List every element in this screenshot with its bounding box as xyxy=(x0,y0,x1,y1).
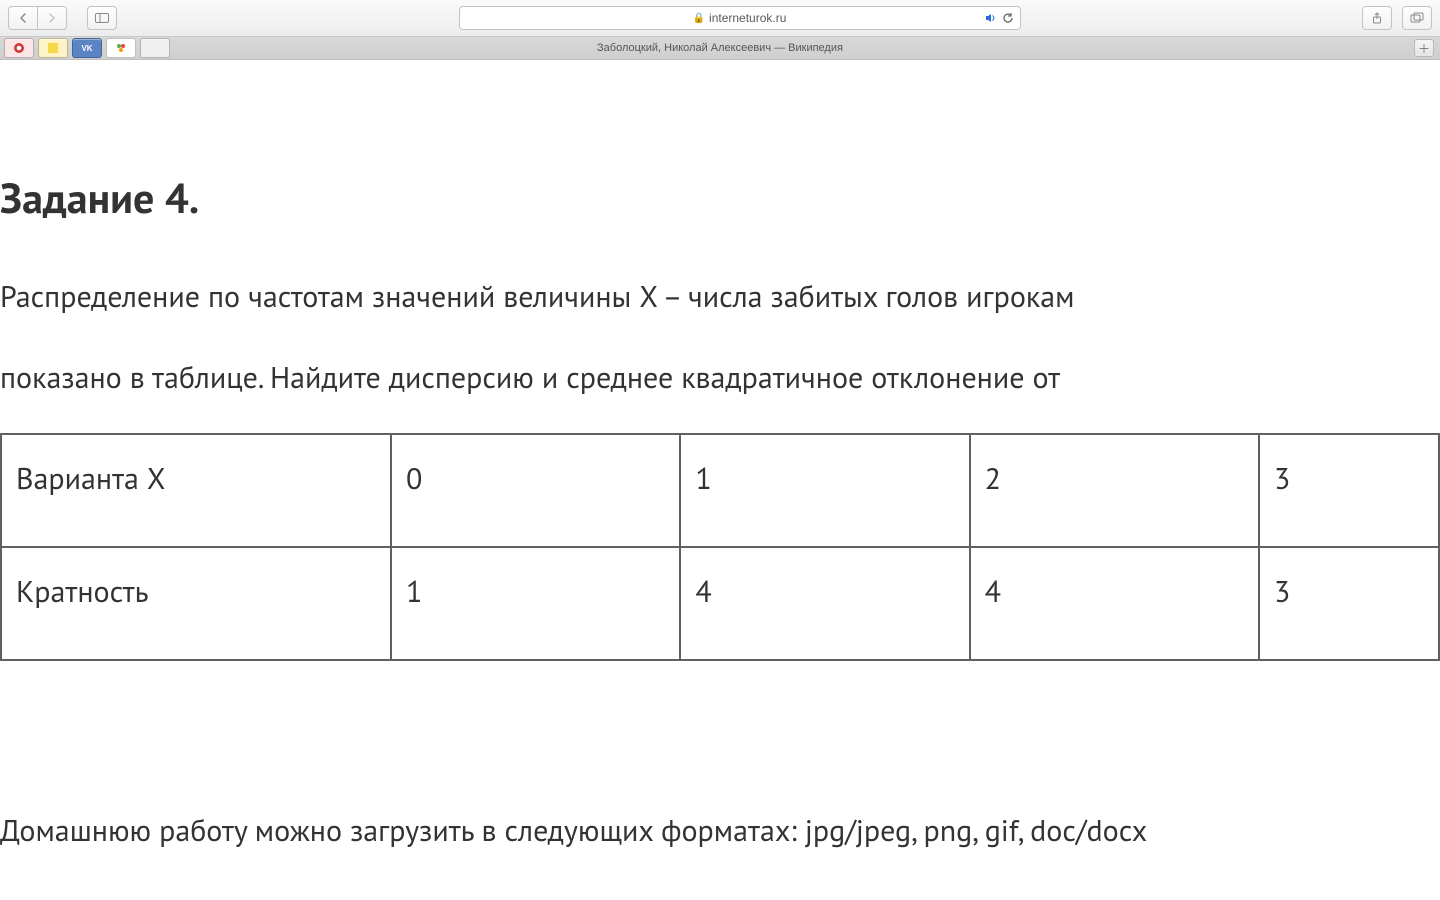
row1-cell-2: 2 xyxy=(970,434,1259,547)
row2-cell-3: 3 xyxy=(1259,547,1439,660)
page-content: Задание 4. Распределение по частотам зна… xyxy=(0,60,1440,850)
address-domain: interneturok.ru xyxy=(709,11,786,25)
lock-icon: 🔒 xyxy=(693,13,705,24)
row1-label: Варианта X xyxy=(1,434,391,547)
row1-cell-1: 1 xyxy=(680,434,969,547)
active-tab-title: Заболоцкий, Николай Алексеевич — Википед… xyxy=(0,37,1440,59)
forward-button[interactable] xyxy=(37,6,67,30)
favorite-item-2[interactable] xyxy=(38,38,68,58)
address-bar[interactable]: 🔒 interneturok.ru xyxy=(459,6,1021,30)
frequency-table: Варианта X 0 1 2 3 Кратность 1 4 4 3 xyxy=(0,433,1440,661)
new-tab-button[interactable]: ＋ xyxy=(1414,39,1434,57)
row2-label: Кратность xyxy=(1,547,391,660)
task-paragraph-line1: Распределение по частотам значений велич… xyxy=(0,271,1440,322)
tab-bar: VK Заболоцкий, Николай Алексеевич — Вики… xyxy=(0,37,1440,60)
address-right-icons xyxy=(984,7,1014,29)
address-bar-wrap: 🔒 interneturok.ru xyxy=(123,6,1356,30)
sidebar-toggle-button[interactable] xyxy=(87,6,117,30)
browser-toolbar: 🔒 interneturok.ru xyxy=(0,0,1440,37)
vk-icon-label: VK xyxy=(81,44,92,53)
audio-icon[interactable] xyxy=(984,12,996,24)
row2-cell-0: 1 xyxy=(391,547,680,660)
task-heading: Задание 4. xyxy=(0,170,1440,225)
back-button[interactable] xyxy=(8,6,37,30)
share-button[interactable] xyxy=(1362,6,1392,30)
nav-buttons xyxy=(8,6,67,30)
row2-cell-1: 4 xyxy=(680,547,969,660)
favorites-strip: VK xyxy=(0,37,170,59)
row1-cell-3: 3 xyxy=(1259,434,1439,547)
table-row: Варианта X 0 1 2 3 xyxy=(1,434,1439,547)
row2-cell-2: 4 xyxy=(970,547,1259,660)
task-paragraph-line2: показано в таблице. Найдите дисперсию и … xyxy=(0,352,1440,403)
tabs-button[interactable] xyxy=(1402,6,1432,30)
upload-formats-note: Домашнюю работу можно загрузить в следую… xyxy=(0,811,1440,850)
table-row: Кратность 1 4 4 3 xyxy=(1,547,1439,660)
favorite-item-5[interactable] xyxy=(140,38,170,58)
favorite-item-vk[interactable]: VK xyxy=(72,38,102,58)
reload-icon[interactable] xyxy=(1002,12,1014,24)
favorite-item-1[interactable] xyxy=(4,38,34,58)
favorite-item-4[interactable] xyxy=(106,38,136,58)
row1-cell-0: 0 xyxy=(391,434,680,547)
toolbar-right-buttons xyxy=(1362,6,1432,30)
